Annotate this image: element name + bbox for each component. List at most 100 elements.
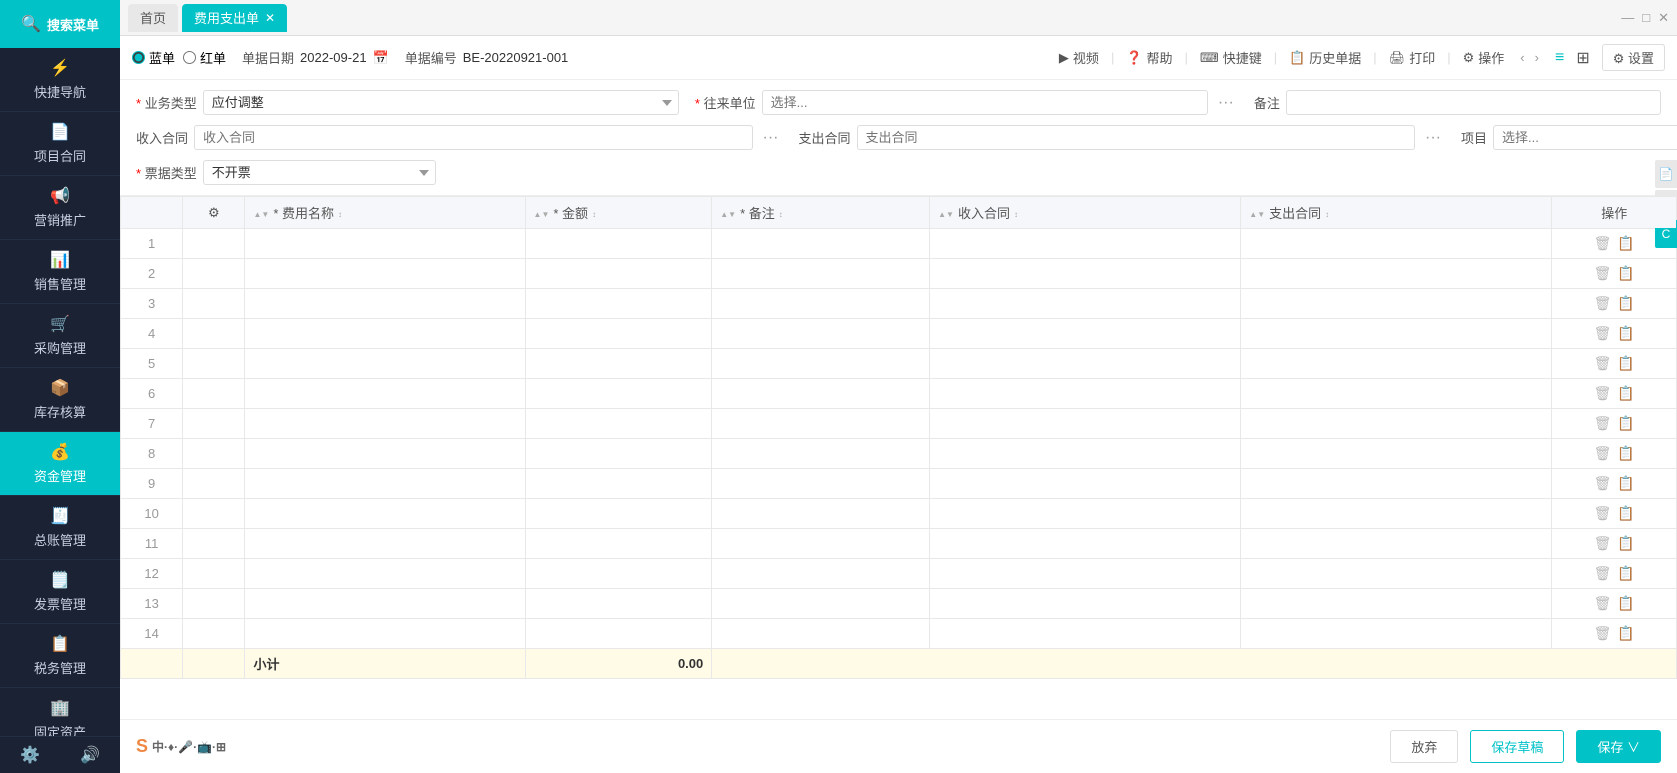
copy-btn[interactable]: 📋 [1617, 265, 1634, 282]
row-amount[interactable] [525, 499, 712, 529]
discard-button[interactable]: 放弃 [1390, 730, 1458, 763]
copy-btn[interactable]: 📋 [1617, 385, 1634, 402]
row-amount[interactable] [525, 469, 712, 499]
sort-icon-name[interactable]: ▲▼ [253, 205, 269, 220]
row-note[interactable] [712, 379, 930, 409]
row-income[interactable] [930, 589, 1241, 619]
sidebar-item-project-contract[interactable]: 📄项目合同 [0, 112, 120, 176]
row-expense[interactable] [1241, 439, 1552, 469]
row-expense[interactable] [1241, 349, 1552, 379]
delete-btn[interactable]: 🗑 [1594, 475, 1612, 492]
delete-btn[interactable]: 🗑 [1594, 235, 1612, 252]
row-amount[interactable] [525, 589, 712, 619]
row-note[interactable] [712, 469, 930, 499]
row-income[interactable] [930, 499, 1241, 529]
row-expense[interactable] [1241, 619, 1552, 649]
sidebar-item-sales[interactable]: 📊销售管理 [0, 240, 120, 304]
row-name[interactable] [245, 409, 525, 439]
row-note[interactable] [712, 289, 930, 319]
list-view-icon[interactable]: ≡ [1555, 49, 1564, 67]
row-name[interactable] [245, 499, 525, 529]
row-name[interactable] [245, 289, 525, 319]
row-amount[interactable] [525, 379, 712, 409]
row-note[interactable] [712, 439, 930, 469]
row-expense[interactable] [1241, 409, 1552, 439]
row-expense[interactable] [1241, 289, 1552, 319]
copy-btn[interactable]: 📋 [1617, 595, 1634, 612]
row-expense[interactable] [1241, 559, 1552, 589]
maximize-button[interactable]: □ [1642, 10, 1650, 26]
delete-btn[interactable]: 🗑 [1594, 535, 1612, 552]
row-income[interactable] [930, 319, 1241, 349]
sort-arrow-income[interactable]: ↕ [1014, 205, 1018, 220]
sidebar-item-purchase[interactable]: 🛒采购管理 [0, 304, 120, 368]
row-amount[interactable] [525, 349, 712, 379]
delete-btn[interactable]: 🗑 [1594, 385, 1612, 402]
row-income[interactable] [930, 559, 1241, 589]
copy-btn[interactable]: 📋 [1617, 625, 1634, 642]
sidebar-item-accounting[interactable]: 🧾总账管理 [0, 496, 120, 560]
copy-btn[interactable]: 📋 [1617, 355, 1634, 372]
radio-blue-label[interactable]: 蓝单 [132, 48, 175, 67]
row-note[interactable] [712, 619, 930, 649]
sidebar-item-inventory[interactable]: 📦库存核算 [0, 368, 120, 432]
row-amount[interactable] [525, 289, 712, 319]
copy-btn[interactable]: 📋 [1617, 325, 1634, 342]
sidebar-item-invoice[interactable]: 🗒️发票管理 [0, 560, 120, 624]
copy-btn[interactable]: 📋 [1617, 445, 1634, 462]
edge-btn-1[interactable]: 📄 [1655, 160, 1677, 188]
minimize-button[interactable]: — [1621, 10, 1634, 26]
nav-prev[interactable]: ‹ [1516, 48, 1528, 67]
income-contract-dots[interactable]: ··· [759, 129, 783, 147]
row-name[interactable] [245, 469, 525, 499]
tab-close-expense[interactable]: ✕ [265, 11, 275, 25]
radio-blue[interactable] [132, 51, 145, 64]
date-value[interactable]: 2022-09-21 [300, 50, 367, 65]
row-expense[interactable] [1241, 499, 1552, 529]
row-income[interactable] [930, 439, 1241, 469]
sidebar-item-fixed-asset[interactable]: 🏢固定资产 [0, 688, 120, 736]
row-amount[interactable] [525, 409, 712, 439]
row-income[interactable] [930, 529, 1241, 559]
volume-icon[interactable]: 🔊 [80, 745, 100, 765]
row-name[interactable] [245, 349, 525, 379]
row-amount[interactable] [525, 439, 712, 469]
income-contract-input[interactable] [194, 125, 753, 150]
sort-arrow-expense[interactable]: ↕ [1325, 205, 1329, 220]
delete-btn[interactable]: 🗑 [1594, 505, 1612, 522]
save-button[interactable]: 保存 ∨ [1576, 730, 1661, 763]
row-amount[interactable] [525, 259, 712, 289]
operation-button[interactable]: ⚙ 操作 [1463, 48, 1505, 67]
sort-arrow-note[interactable]: ↕ [779, 205, 783, 220]
save-draft-button[interactable]: 保存草稿 [1470, 730, 1564, 763]
calendar-icon[interactable]: 📅 [373, 50, 389, 66]
row-expense[interactable] [1241, 319, 1552, 349]
video-button[interactable]: ▶ 视频 [1059, 48, 1099, 67]
copy-btn[interactable]: 📋 [1617, 565, 1634, 582]
row-name[interactable] [245, 379, 525, 409]
row-amount[interactable] [525, 559, 712, 589]
row-name[interactable] [245, 619, 525, 649]
row-note[interactable] [712, 349, 930, 379]
sort-arrow-name[interactable]: ↕ [338, 205, 342, 220]
sort-arrow-amount[interactable]: ↕ [592, 205, 596, 220]
row-expense[interactable] [1241, 379, 1552, 409]
row-name[interactable] [245, 319, 525, 349]
row-income[interactable] [930, 229, 1241, 259]
radio-red[interactable] [183, 51, 196, 64]
row-amount[interactable] [525, 319, 712, 349]
expense-contract-dots[interactable]: ··· [1421, 129, 1445, 147]
row-amount[interactable] [525, 229, 712, 259]
sidebar-item-fund[interactable]: 💰资金管理 [0, 432, 120, 496]
sidebar-item-tax[interactable]: 📋税务管理 [0, 624, 120, 688]
sort-icon-expense[interactable]: ▲▼ [1249, 205, 1265, 220]
close-button[interactable]: ✕ [1658, 10, 1669, 26]
row-note[interactable] [712, 529, 930, 559]
row-income[interactable] [930, 379, 1241, 409]
row-note[interactable] [712, 559, 930, 589]
sidebar-item-marketing[interactable]: 📢营销推广 [0, 176, 120, 240]
row-income[interactable] [930, 259, 1241, 289]
counterpart-dots[interactable]: ··· [1214, 94, 1238, 112]
row-income[interactable] [930, 349, 1241, 379]
row-name[interactable] [245, 559, 525, 589]
